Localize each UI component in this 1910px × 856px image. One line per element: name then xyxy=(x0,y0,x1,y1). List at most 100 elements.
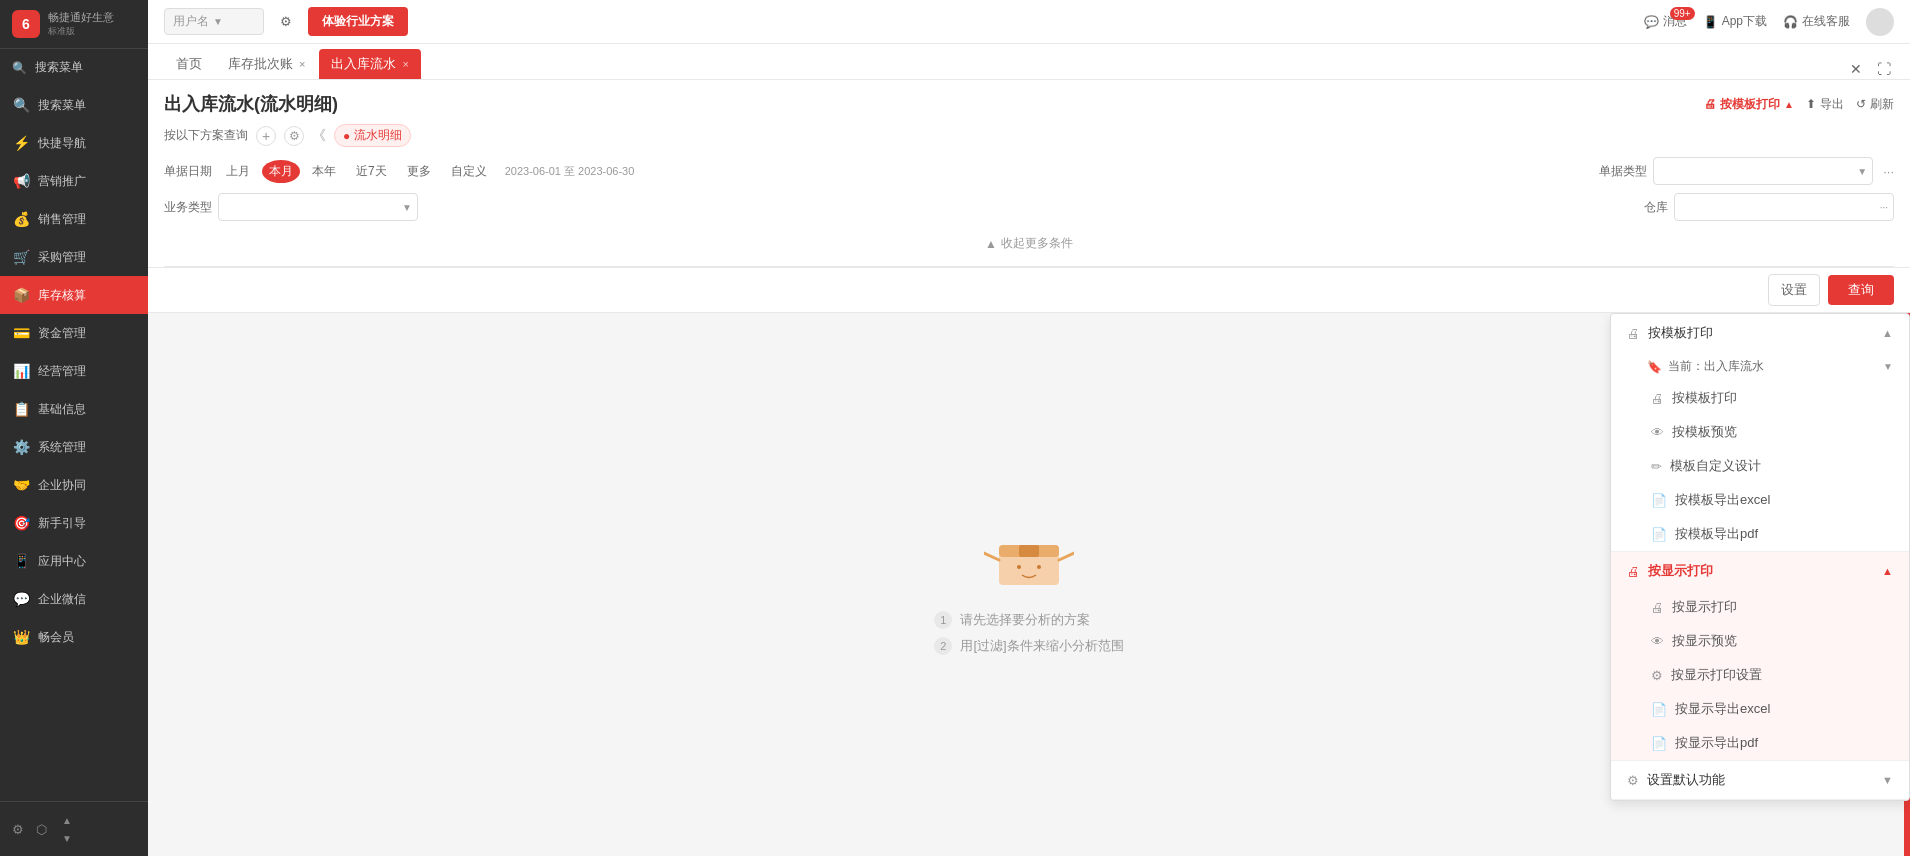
template-current[interactable]: 🔖 当前：出入库流水 ▼ xyxy=(1611,352,1909,381)
add-filter-button[interactable]: + xyxy=(256,126,276,146)
step-1-label: 请先选择要分析的方案 xyxy=(960,611,1090,629)
window-controls: ✕ ⛶ xyxy=(1846,59,1894,79)
template-section-chevron: ▲ xyxy=(1882,327,1893,339)
display-export-pdf-item[interactable]: 📄 按显示导出pdf xyxy=(1611,726,1909,760)
step-1-num: 1 xyxy=(934,611,952,629)
sidebar-item-label: 经营管理 xyxy=(38,363,86,380)
system-icon: ⚙️ xyxy=(12,438,30,456)
collapse-filter-button[interactable]: 《 xyxy=(312,127,326,145)
app-download-button[interactable]: 📱 App下载 xyxy=(1703,13,1767,30)
settings-icon[interactable]: ⚙ xyxy=(272,8,300,36)
gear-icon[interactable]: ⚙ xyxy=(12,822,24,837)
sidebar-item-quick-nav[interactable]: ⚡快捷导航 xyxy=(0,124,148,162)
sidebar-item-label: 畅会员 xyxy=(38,629,74,646)
template-export-excel-item[interactable]: 📄 按模板导出excel xyxy=(1611,483,1909,517)
sidebar-item-finance[interactable]: 💳资金管理 xyxy=(0,314,148,352)
purchase-icon: 🛒 xyxy=(12,248,30,266)
sidebar-item-sales[interactable]: 💰销售管理 xyxy=(0,200,148,238)
business-type-filter: 业务类型 ▼ xyxy=(164,193,418,221)
template-export-excel-label: 按模板导出excel xyxy=(1675,491,1770,509)
business-type-label: 业务类型 xyxy=(164,199,212,216)
trial-button[interactable]: 体验行业方案 xyxy=(308,7,408,36)
window-close-button[interactable]: ✕ xyxy=(1846,59,1866,79)
search-icon: 🔍 xyxy=(12,61,27,75)
page-title: 出入库流水(流水明细) xyxy=(164,92,338,116)
voucher-type-filter: 单据类型 ▼ ··· xyxy=(1599,157,1894,185)
date-custom[interactable]: 自定义 xyxy=(443,160,495,183)
default-function-label: 设置默认功能 xyxy=(1647,771,1725,789)
sidebar-item-enterprise[interactable]: 🤝企业协同 xyxy=(0,466,148,504)
template-current-label: 当前：出入库流水 xyxy=(1668,358,1764,375)
template-custom-item[interactable]: ✏ 模板自定义设计 xyxy=(1611,449,1909,483)
logo-icon: 6 xyxy=(12,10,40,38)
sidebar-item-member[interactable]: 👑畅会员 xyxy=(0,618,148,656)
date-this-month[interactable]: 本月 xyxy=(262,160,300,183)
refresh-button[interactable]: ↺ 刷新 xyxy=(1856,96,1894,113)
messages-button[interactable]: 💬 消息 99+ xyxy=(1644,13,1687,30)
tab-batch-account[interactable]: 库存批次账 × xyxy=(216,49,317,79)
scroll-down[interactable]: ▼ xyxy=(59,830,75,846)
user-selector[interactable]: 用户名 ▼ xyxy=(164,8,264,35)
date-last-month[interactable]: 上月 xyxy=(218,160,258,183)
filter-settings-icon[interactable]: ⚙ xyxy=(284,126,304,146)
template-print-item-label: 按模板打印 xyxy=(1672,389,1737,407)
sidebar: 6 畅捷通好生意 标准版 🔍 搜索菜单 🔍搜索菜单⚡快捷导航📢营销推广💰销售管理… xyxy=(0,0,148,856)
guide-icon: 🎯 xyxy=(12,514,30,532)
page-title-row: 出入库流水(流水明细) 🖨 按模板打印 ▲ ⬆ 导出 ↺ 刷新 xyxy=(164,92,1894,116)
marketing-icon: 📢 xyxy=(12,172,30,190)
tab-home[interactable]: 首页 xyxy=(164,49,214,79)
template-custom-item-label: 模板自定义设计 xyxy=(1670,457,1761,475)
voucher-type-select[interactable] xyxy=(1653,157,1873,185)
sidebar-scroll: ▲ ▼ xyxy=(59,812,75,846)
display-print-item[interactable]: 🖨 按显示打印 xyxy=(1611,590,1909,624)
filter-header: 按以下方案查询 + ⚙ 《 ● 流水明细 xyxy=(164,124,1894,147)
warehouse-select[interactable] xyxy=(1674,193,1894,221)
collapse-more-button[interactable]: ▲ 收起更多条件 xyxy=(985,235,1073,252)
export-button[interactable]: ⬆ 导出 xyxy=(1806,96,1844,113)
tabs-bar: 首页 库存批次账 × 出入库流水 × ✕ ⛶ xyxy=(148,44,1910,80)
template-export-pdf-item[interactable]: 📄 按模板导出pdf xyxy=(1611,517,1909,551)
sidebar-collapse-icon[interactable]: ⬡ xyxy=(36,822,47,837)
query-button[interactable]: 查询 xyxy=(1828,275,1894,305)
display-print-settings-item[interactable]: ⚙ 按显示打印设置 xyxy=(1611,658,1909,692)
user-avatar[interactable] xyxy=(1866,8,1894,36)
sidebar-item-inventory[interactable]: 📦库存核算 xyxy=(0,276,148,314)
sidebar-item-basic-info[interactable]: 📋基础信息 xyxy=(0,390,148,428)
online-service-button[interactable]: 🎧 在线客服 xyxy=(1783,13,1850,30)
display-preview-item[interactable]: 👁 按显示预览 xyxy=(1611,624,1909,658)
sidebar-item-purchase[interactable]: 🛒采购管理 xyxy=(0,238,148,276)
tab-flow-close[interactable]: × xyxy=(402,58,408,70)
business-type-select[interactable] xyxy=(218,193,418,221)
voucher-type-more-icon[interactable]: ··· xyxy=(1883,164,1894,179)
sidebar-item-label: 库存核算 xyxy=(38,287,86,304)
wechat-icon: 💬 xyxy=(12,590,30,608)
filter-tag[interactable]: ● 流水明细 xyxy=(334,124,411,147)
tab-flow[interactable]: 出入库流水 × xyxy=(319,49,420,79)
window-maximize-button[interactable]: ⛶ xyxy=(1874,59,1894,79)
display-export-excel-item[interactable]: 📄 按显示导出excel xyxy=(1611,692,1909,726)
default-function-header[interactable]: ⚙ 设置默认功能 ▼ xyxy=(1611,761,1909,799)
template-preview-item[interactable]: 👁 按模板预览 xyxy=(1611,415,1909,449)
content-area: 1 请先选择要分析的方案 2 用[过滤]条件来缩小分析范围 🖨 按模板打印 ▲ xyxy=(148,313,1910,856)
template-preview-item-label: 按模板预览 xyxy=(1672,423,1737,441)
date-7days[interactable]: 近7天 xyxy=(348,160,395,183)
sidebar-item-guide[interactable]: 🎯新手引导 xyxy=(0,504,148,542)
settings-button[interactable]: 设置 xyxy=(1768,274,1820,306)
template-print-item[interactable]: 🖨 按模板打印 xyxy=(1611,381,1909,415)
sidebar-item-apps[interactable]: 📱应用中心 xyxy=(0,542,148,580)
display-print-header[interactable]: 🖨 按显示打印 ▲ xyxy=(1611,552,1909,590)
sidebar-search[interactable]: 🔍 搜索菜单 xyxy=(0,49,148,86)
sidebar-item-marketing[interactable]: 📢营销推广 xyxy=(0,162,148,200)
filter-area: 按以下方案查询 + ⚙ 《 ● 流水明细 单据日期 上月 本月 本年 近7天 xyxy=(164,124,1894,267)
template-print-button[interactable]: 🖨 按模板打印 ▲ xyxy=(1704,96,1794,113)
date-this-year[interactable]: 本年 xyxy=(304,160,344,183)
sidebar-item-wechat[interactable]: 💬企业微信 xyxy=(0,580,148,618)
sidebar-item-search[interactable]: 🔍搜索菜单 xyxy=(0,86,148,124)
finance-icon: 💳 xyxy=(12,324,30,342)
sidebar-item-operations[interactable]: 📊经营管理 xyxy=(0,352,148,390)
tab-batch-account-close[interactable]: × xyxy=(299,58,305,70)
scroll-up[interactable]: ▲ xyxy=(59,812,75,828)
date-more[interactable]: 更多 xyxy=(399,160,439,183)
display-preview-label: 按显示预览 xyxy=(1672,632,1737,650)
sidebar-item-system[interactable]: ⚙️系统管理 xyxy=(0,428,148,466)
